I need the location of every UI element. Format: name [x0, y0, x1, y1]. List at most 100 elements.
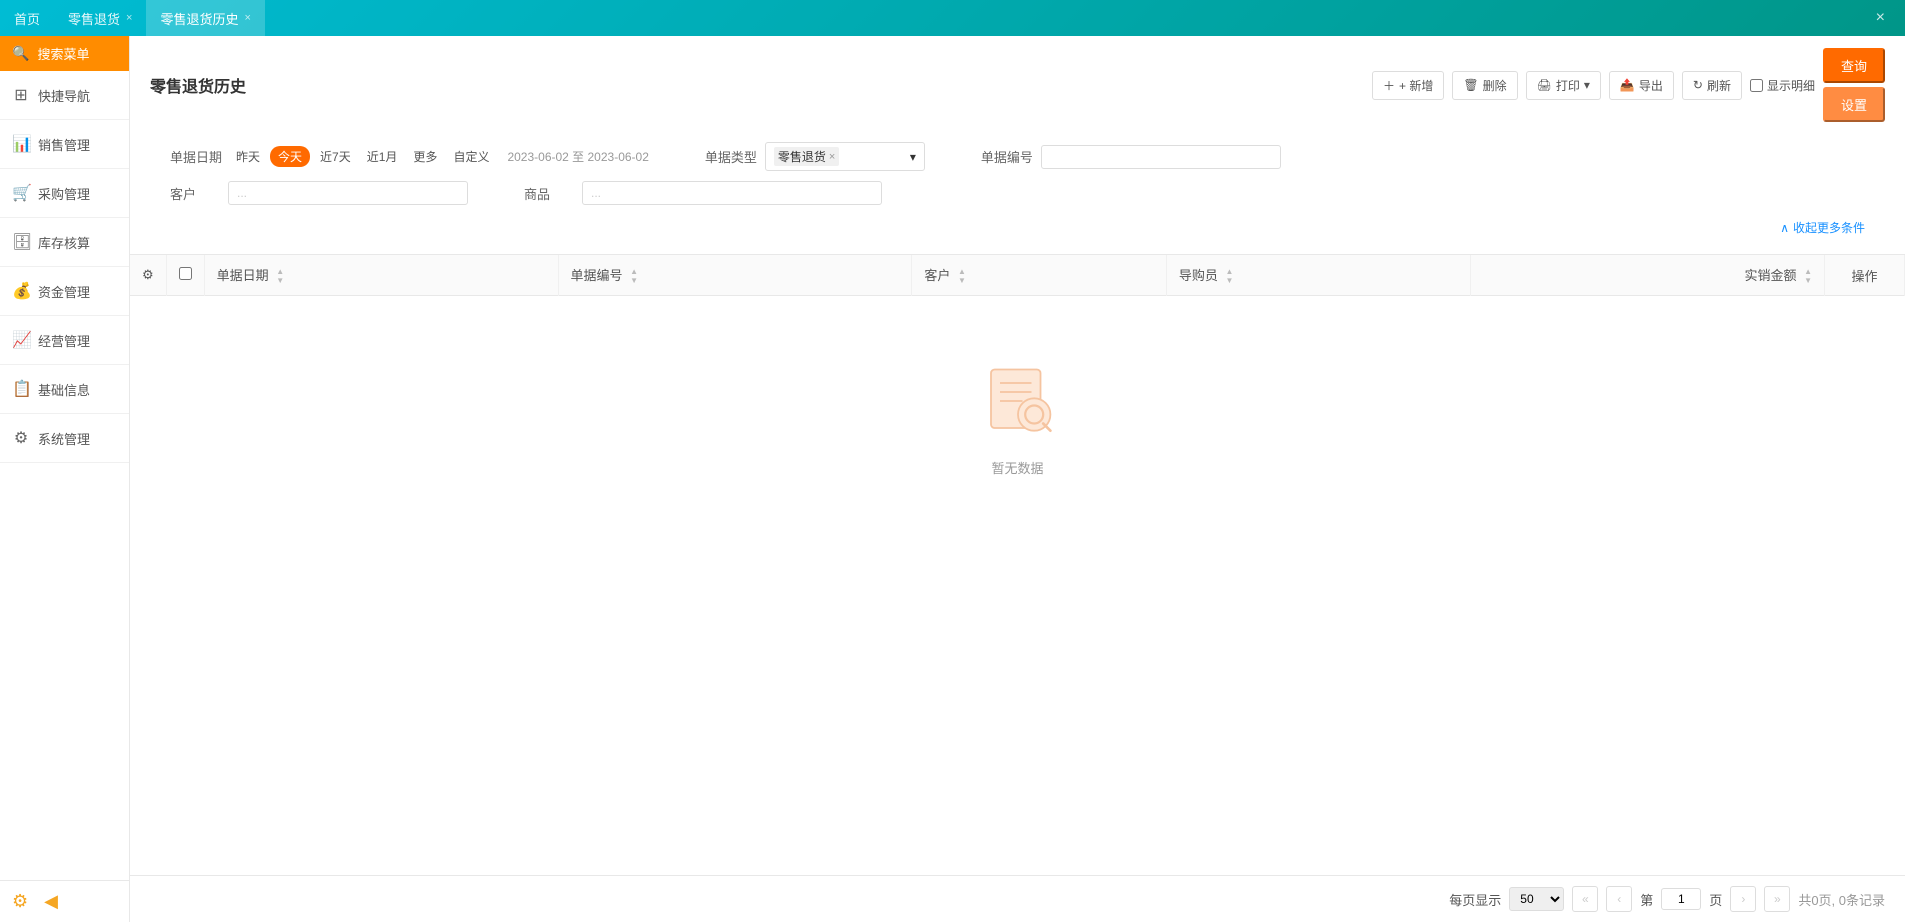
collapse-sidebar-icon[interactable]: ◀: [44, 891, 58, 912]
date-opt-7days[interactable]: 近7天: [314, 146, 357, 167]
date-opt-yesterday[interactable]: 昨天: [230, 146, 266, 167]
print-button[interactable]: 🖨 打印 ▾: [1526, 71, 1601, 100]
sidebar-search-label: 搜索菜单: [37, 44, 89, 63]
date-filter-label: 单据日期: [170, 147, 222, 166]
empty-state: 暂无数据: [130, 296, 1905, 537]
th-doc-no[interactable]: 单据编号 ▲▼: [558, 255, 912, 296]
filters: 单据日期 昨天 今天 近7天 近1月 更多 自定义 2023-06-02 至 2…: [150, 132, 1885, 254]
first-page-btn[interactable]: «: [1572, 886, 1598, 912]
date-opt-custom[interactable]: 自定义: [447, 146, 495, 167]
tab-retail-return-history[interactable]: 零售退货历史 ×: [146, 0, 264, 36]
sidebar-item-label-inventory: 库存核算: [38, 233, 90, 252]
pagination: 每页显示 10 20 50 100 « ‹ 第 页 › » 共0页, 0条记录: [130, 875, 1905, 922]
collapse-icon: ∧: [1780, 221, 1789, 235]
th-guide[interactable]: 导购员 ▲▼: [1166, 255, 1470, 296]
doc-type-tag-close[interactable]: ×: [829, 151, 835, 163]
doc-type-tag: 零售退货 ×: [774, 147, 839, 166]
window-close-btn[interactable]: ×: [1868, 9, 1893, 27]
refresh-icon: ↻: [1693, 78, 1703, 92]
tab-home-label: 首页: [14, 9, 40, 28]
toolbar: ＋ + 新增 🗑 删除 🖨 打印 ▾ 📤 导出: [1372, 48, 1885, 122]
settings-gear-icon[interactable]: ⚙: [12, 891, 28, 912]
select-all-checkbox[interactable]: [179, 267, 192, 280]
th-amount-label: 实销金额: [1744, 268, 1796, 283]
tab-retail-return[interactable]: 零售退货 ×: [54, 0, 146, 36]
delete-button[interactable]: 🗑 删除: [1452, 71, 1517, 100]
sidebar-search-btn[interactable]: 🔍 搜索菜单: [0, 36, 129, 71]
per-page-select[interactable]: 10 20 50 100: [1509, 887, 1564, 911]
collapse-btn[interactable]: ∧ 收起更多条件: [1780, 219, 1865, 236]
goods-placeholder: ...: [591, 186, 601, 200]
th-customer[interactable]: 客户 ▲▼: [912, 255, 1166, 296]
last-page-btn[interactable]: »: [1764, 886, 1790, 912]
top-bar: 首页 零售退货 × 零售退货历史 × ×: [0, 0, 1905, 36]
th-doc-no-label: 单据编号: [571, 268, 623, 283]
th-amount[interactable]: 实销金额 ▲▼: [1471, 255, 1825, 296]
tab-retail-return-close[interactable]: ×: [126, 12, 132, 24]
goods-select[interactable]: ...: [582, 181, 882, 205]
finance-icon: 💰: [12, 281, 30, 301]
data-table: ⚙ 单据日期 ▲▼: [130, 255, 1905, 296]
collapse-label: 收起更多条件: [1793, 219, 1865, 236]
next-page-btn[interactable]: ›: [1730, 886, 1756, 912]
customer-filter-group: 客户 ...: [170, 181, 468, 205]
sidebar-item-quick-nav[interactable]: ⊞ 快捷导航: [0, 71, 129, 120]
th-doc-date-label: 单据日期: [217, 268, 269, 283]
tab-home[interactable]: 首页: [0, 0, 54, 36]
page-number-input[interactable]: [1661, 888, 1701, 910]
sidebar: 🔍 搜索菜单 ⊞ 快捷导航 📊 销售管理 🛒 采购管理 🗄 库存核算 💰: [0, 36, 130, 922]
doc-no-filter-group: 单据编号: [981, 145, 1281, 169]
sidebar-item-system[interactable]: ⚙ 系统管理: [0, 414, 129, 463]
total-info: 共0页, 0条记录: [1798, 890, 1885, 909]
th-actions: 操作: [1825, 255, 1905, 296]
doc-no-input[interactable]: [1041, 145, 1281, 169]
inventory-icon: 🗄: [12, 232, 30, 252]
sidebar-item-basic-info[interactable]: 📋 基础信息: [0, 365, 129, 414]
date-opt-more[interactable]: 更多: [407, 146, 443, 167]
sidebar-item-finance[interactable]: 💰 资金管理: [0, 267, 129, 316]
th-checkbox[interactable]: [166, 255, 204, 296]
export-button[interactable]: 📤 导出: [1609, 71, 1674, 100]
main-content: 零售退货历史 ＋ + 新增 🗑 删除 🖨 打印 ▾: [130, 36, 1905, 922]
page-label: 页: [1709, 890, 1722, 909]
print-icon: 🖨: [1537, 78, 1552, 92]
prev-page-btn[interactable]: ‹: [1606, 886, 1632, 912]
date-opt-1month[interactable]: 近1月: [361, 146, 404, 167]
goods-filter-group: 商品 ...: [524, 181, 882, 205]
system-icon: ⚙: [12, 428, 30, 448]
add-button[interactable]: ＋ + 新增: [1372, 71, 1444, 100]
tab-retail-return-history-close[interactable]: ×: [244, 12, 250, 24]
sidebar-item-label-purchase: 采购管理: [38, 184, 90, 203]
table-header: ⚙ 单据日期 ▲▼: [130, 255, 1905, 296]
doc-type-tag-value: 零售退货: [778, 148, 826, 165]
date-range-display: 2023-06-02 至 2023-06-02: [507, 148, 648, 165]
doc-type-select[interactable]: 零售退货 × ▾: [765, 142, 925, 171]
sidebar-item-label-quick-nav: 快捷导航: [38, 86, 90, 105]
th-doc-date[interactable]: 单据日期 ▲▼: [204, 255, 558, 296]
main-layout: 🔍 搜索菜单 ⊞ 快捷导航 📊 销售管理 🛒 采购管理 🗄 库存核算 💰: [0, 36, 1905, 922]
refresh-button[interactable]: ↻ 刷新: [1682, 71, 1742, 100]
tab-list: 首页 零售退货 × 零售退货历史 ×: [0, 0, 1868, 36]
th-customer-label: 客户: [924, 268, 950, 283]
operations-icon: 📈: [12, 330, 30, 350]
sidebar-item-sales-mgmt[interactable]: 📊 销售管理: [0, 120, 129, 169]
query-button[interactable]: 查询: [1823, 48, 1885, 83]
customer-select[interactable]: ...: [228, 181, 468, 205]
sidebar-item-operations[interactable]: 📈 经营管理: [0, 316, 129, 365]
sidebar-item-purchase-mgmt[interactable]: 🛒 采购管理: [0, 169, 129, 218]
sidebar-item-inventory[interactable]: 🗄 库存核算: [0, 218, 129, 267]
customer-sort-icon: ▲▼: [958, 268, 966, 285]
page-word: 第: [1640, 890, 1653, 909]
display-detail-checkbox[interactable]: [1750, 79, 1763, 92]
settings-label: 设置: [1841, 98, 1867, 113]
table-area: ⚙ 单据日期 ▲▼: [130, 255, 1905, 922]
th-guide-label: 导购员: [1179, 268, 1218, 283]
settings-button[interactable]: 设置: [1823, 87, 1885, 122]
sidebar-item-label-finance: 资金管理: [38, 282, 90, 301]
th-settings[interactable]: ⚙: [130, 255, 166, 296]
date-opt-today[interactable]: 今天: [270, 146, 310, 167]
customer-label: 客户: [170, 184, 220, 203]
tab-retail-return-history-label: 零售退货历史: [160, 9, 238, 28]
doc-type-label: 单据类型: [705, 147, 757, 166]
per-page-label: 每页显示: [1449, 890, 1501, 909]
